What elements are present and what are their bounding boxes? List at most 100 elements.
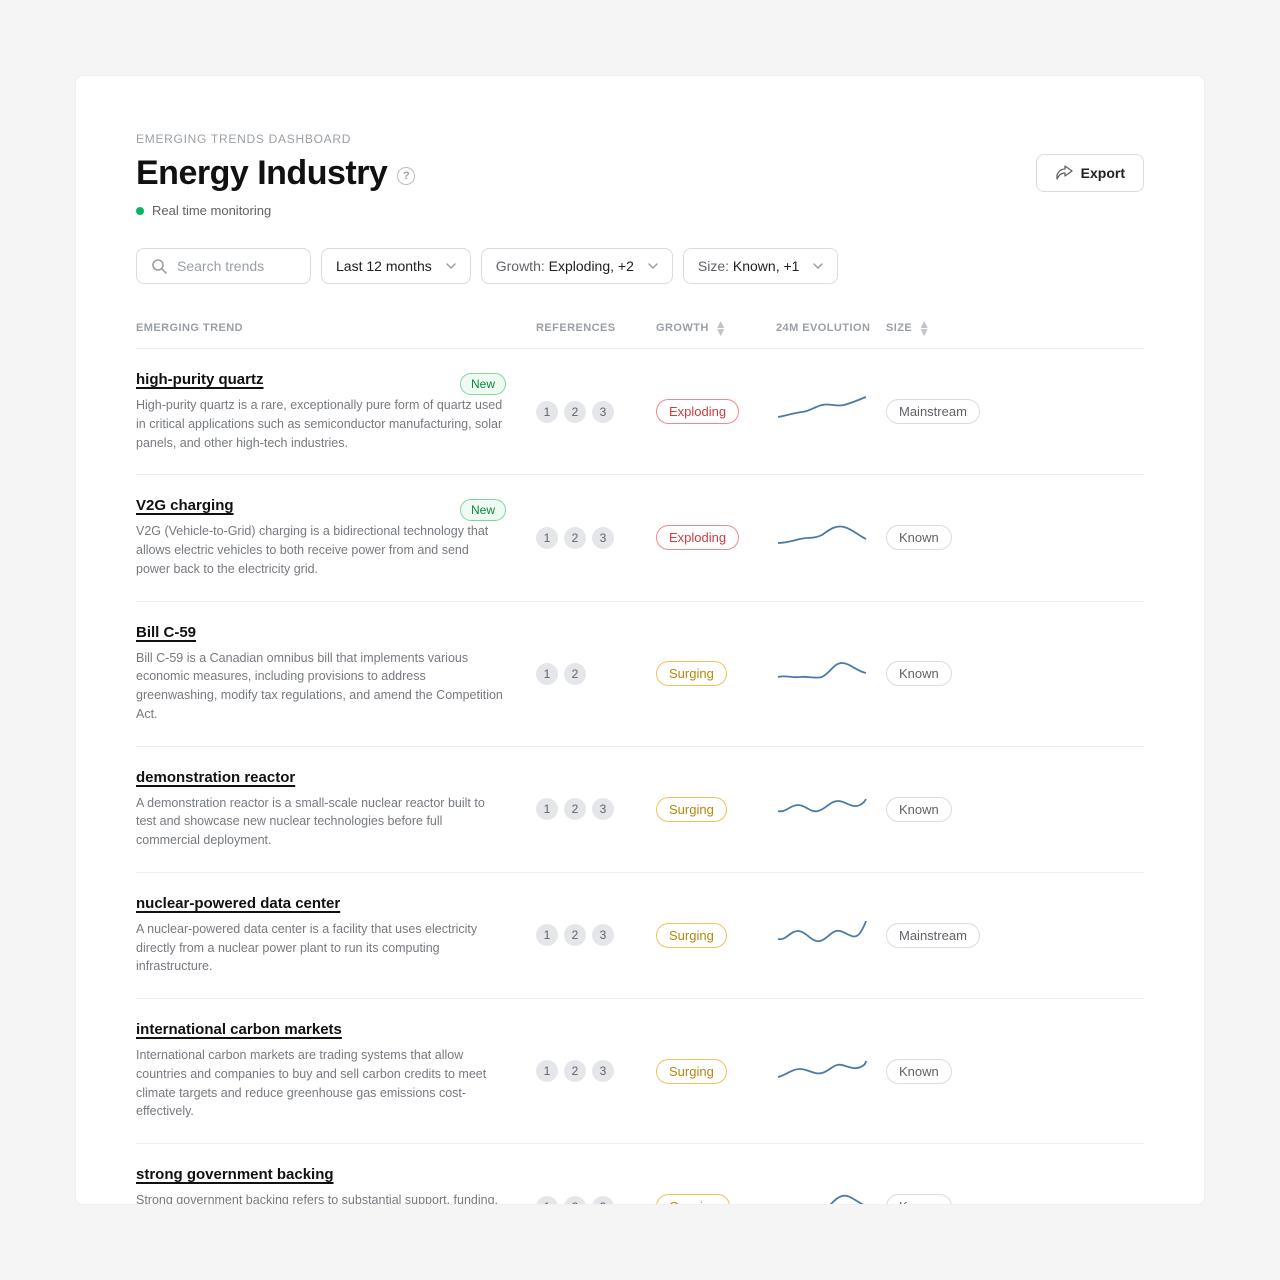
growth-badge: Surging — [656, 797, 727, 822]
trend-cell: V2G charging NewV2G (Vehicle-to-Grid) cha… — [136, 497, 536, 578]
filter-size[interactable]: Size: Known, +1 — [683, 248, 839, 284]
growth-cell: Surging — [656, 661, 776, 686]
trend-cell: international carbon markets Internationa… — [136, 1021, 536, 1121]
trends-table: EMERGING TREND REFERENCES GROWTH ▲▼ 24M … — [136, 320, 1144, 1204]
size-cell: Known — [886, 661, 1006, 686]
share-icon — [1055, 165, 1073, 181]
col-trend: EMERGING TREND — [136, 320, 536, 336]
evolution-cell — [776, 1053, 886, 1090]
reference-chip[interactable]: 1 — [536, 798, 558, 820]
references-cell: 123 — [536, 1196, 656, 1204]
growth-badge: Exploding — [656, 399, 739, 424]
chevron-down-icon — [648, 263, 658, 269]
col-evolution: 24M EVOLUTION — [776, 320, 886, 336]
reference-chip[interactable]: 3 — [592, 924, 614, 946]
reference-chip[interactable]: 2 — [564, 1196, 586, 1204]
reference-chip[interactable]: 1 — [536, 1196, 558, 1204]
page-title: Energy Industry — [136, 154, 387, 193]
table-row: high-purity quartz NewHigh-purity quartz … — [136, 349, 1144, 475]
trend-description: International carbon markets are trading… — [136, 1046, 506, 1121]
search-box[interactable] — [136, 248, 311, 284]
new-badge: New — [460, 373, 506, 395]
size-cell: Known — [886, 797, 1006, 822]
size-cell: Known — [886, 525, 1006, 550]
evolution-cell — [776, 655, 886, 692]
trend-description: A nuclear-powered data center is a facil… — [136, 920, 506, 976]
size-cell: Known — [886, 1194, 1006, 1204]
table-row: V2G charging NewV2G (Vehicle-to-Grid) cha… — [136, 475, 1144, 601]
reference-chip[interactable]: 2 — [564, 1060, 586, 1082]
growth-cell: Surging — [656, 1059, 776, 1084]
reference-chip[interactable]: 1 — [536, 663, 558, 685]
growth-cell: Surging — [656, 797, 776, 822]
filter-size-prefix: Size: — [698, 258, 733, 274]
reference-chip[interactable]: 3 — [592, 1060, 614, 1082]
header-row: Energy Industry ? Export — [136, 154, 1144, 193]
reference-chip[interactable]: 2 — [564, 798, 586, 820]
references-cell: 123 — [536, 401, 656, 423]
trend-cell: Bill C-59Bill C-59 is a Canadian omnibus… — [136, 624, 536, 724]
reference-chip[interactable]: 2 — [564, 401, 586, 423]
reference-chip[interactable]: 1 — [536, 1060, 558, 1082]
size-cell: Mainstream — [886, 923, 1006, 948]
trend-name-link[interactable]: Bill C-59 — [136, 624, 196, 641]
sparkline-icon — [776, 393, 868, 425]
trend-cell: high-purity quartz NewHigh-purity quartz … — [136, 371, 536, 452]
reference-chip[interactable]: 1 — [536, 401, 558, 423]
evolution-cell — [776, 1188, 886, 1204]
reference-chip[interactable]: 2 — [564, 924, 586, 946]
filter-growth-value: Exploding, +2 — [549, 258, 634, 274]
search-input[interactable] — [177, 258, 296, 274]
trend-description: High-purity quartz is a rare, exceptiona… — [136, 396, 506, 452]
trend-name-link[interactable]: international carbon markets — [136, 1021, 342, 1038]
sparkline-icon — [776, 791, 868, 823]
trend-description: Strong government backing refers to subs… — [136, 1191, 506, 1204]
reference-chip[interactable]: 1 — [536, 924, 558, 946]
filter-period[interactable]: Last 12 months — [321, 248, 471, 284]
growth-badge: Surging — [656, 661, 727, 686]
table-row: international carbon markets Internationa… — [136, 999, 1144, 1144]
reference-chip[interactable]: 2 — [564, 527, 586, 549]
evolution-cell — [776, 393, 886, 430]
sort-icon: ▲▼ — [715, 320, 727, 336]
col-growth[interactable]: GROWTH ▲▼ — [656, 320, 776, 336]
new-badge: New — [460, 499, 506, 521]
size-badge: Known — [886, 1059, 952, 1084]
growth-badge: Growing — [656, 1194, 730, 1204]
trend-description: V2G (Vehicle-to-Grid) charging is a bidi… — [136, 522, 506, 578]
growth-badge: Exploding — [656, 525, 739, 550]
reference-chip[interactable]: 3 — [592, 1196, 614, 1204]
references-cell: 123 — [536, 1060, 656, 1082]
trend-name-link[interactable]: nuclear-powered data center — [136, 895, 340, 912]
search-icon — [151, 258, 167, 274]
dashboard-card: EMERGING TRENDS DASHBOARD Energy Industr… — [76, 76, 1204, 1204]
table-header: EMERGING TREND REFERENCES GROWTH ▲▼ 24M … — [136, 320, 1144, 348]
export-button[interactable]: Export — [1036, 154, 1144, 192]
reference-chip[interactable]: 3 — [592, 527, 614, 549]
reference-chip[interactable]: 2 — [564, 663, 586, 685]
sparkline-icon — [776, 917, 868, 949]
trend-name-link[interactable]: high-purity quartz — [136, 371, 264, 388]
reference-chip[interactable]: 3 — [592, 401, 614, 423]
sparkline-icon — [776, 519, 868, 551]
evolution-cell — [776, 519, 886, 556]
reference-chip[interactable]: 3 — [592, 798, 614, 820]
trend-cell: strong government backing Strong governme… — [136, 1166, 536, 1204]
status-text: Real time monitoring — [152, 203, 271, 218]
references-cell: 123 — [536, 924, 656, 946]
col-size[interactable]: SIZE ▲▼ — [886, 320, 1006, 336]
filter-growth[interactable]: Growth: Exploding, +2 — [481, 248, 673, 284]
trend-cell: demonstration reactorA demonstration rea… — [136, 769, 536, 850]
trend-name-link[interactable]: demonstration reactor — [136, 769, 295, 786]
sparkline-icon — [776, 1053, 868, 1085]
reference-chip[interactable]: 1 — [536, 527, 558, 549]
references-cell: 123 — [536, 798, 656, 820]
eyebrow: EMERGING TRENDS DASHBOARD — [136, 132, 1144, 146]
trend-name-link[interactable]: strong government backing — [136, 1166, 334, 1183]
size-cell: Known — [886, 1059, 1006, 1084]
controls-row: Last 12 months Growth: Exploding, +2 Siz… — [136, 248, 1144, 284]
sparkline-icon — [776, 655, 868, 687]
trend-name-link[interactable]: V2G charging — [136, 497, 234, 514]
references-cell: 12 — [536, 663, 656, 685]
help-icon[interactable]: ? — [397, 167, 415, 185]
